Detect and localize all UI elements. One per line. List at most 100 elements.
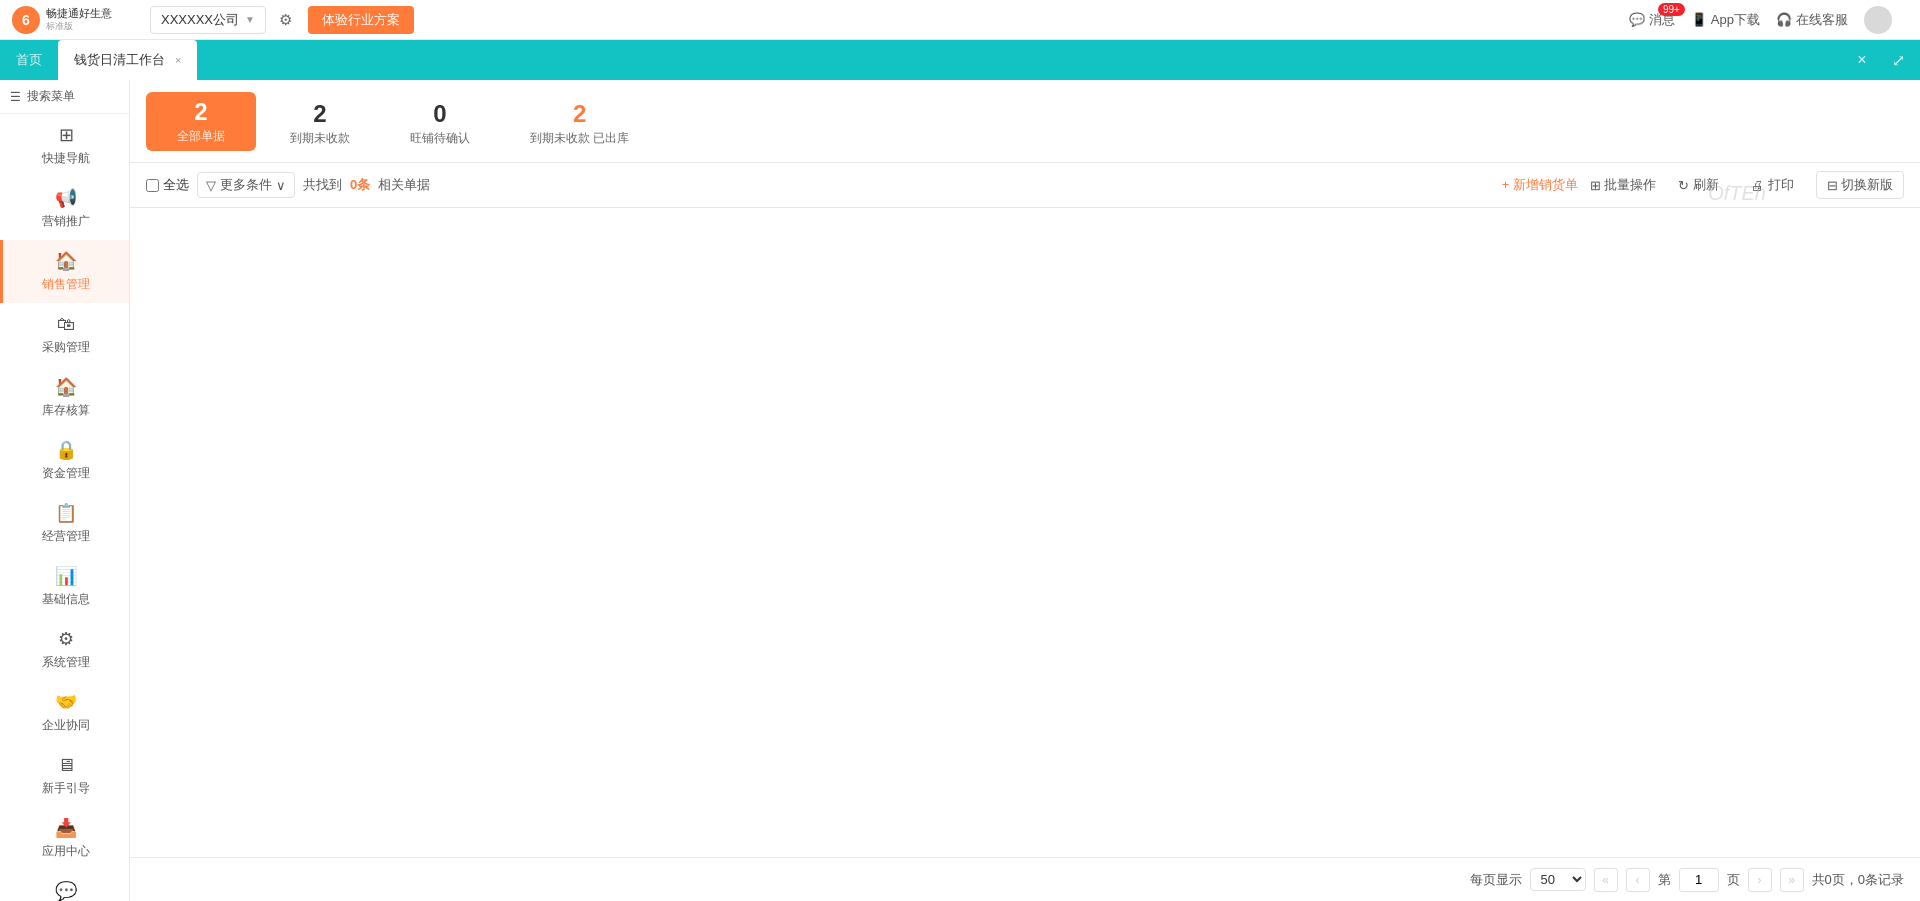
prev-page-button[interactable]: ‹ [1626, 868, 1650, 892]
toolbar: 全选 ▽ 更多条件 ∨ 共找到 0条 相关单据 + 新增销货单 ⊞ 批量操作 ↻ [130, 163, 1920, 208]
batch-operation-button[interactable]: ⊞ 批量操作 [1590, 176, 1656, 194]
purchase-icon: 🛍 [55, 313, 77, 335]
sidebar-item-sales[interactable]: 🏠 销售管理 [0, 240, 129, 303]
refresh-button[interactable]: ↻ 刷新 [1668, 172, 1729, 198]
trial-button[interactable]: 体验行业方案 [308, 6, 414, 34]
sidebar-item-cooperation[interactable]: 🤝 企业协同 [0, 681, 129, 744]
finance-icon: 🔒 [55, 439, 77, 461]
system-icon: ⚙ [55, 628, 77, 650]
company-dropdown-arrow: ▼ [245, 14, 255, 25]
sidebar-label-system: 系统管理 [42, 654, 90, 671]
sidebar-item-finance[interactable]: 🔒 资金管理 [0, 429, 129, 492]
card-number-unshipped: 2 [573, 100, 586, 128]
batch-icon: ⊞ [1590, 178, 1601, 193]
inventory-icon: 🏠 [55, 376, 77, 398]
sidebar-item-basic[interactable]: 📊 基础信息 [0, 555, 129, 618]
filter-icon: ▽ [206, 178, 216, 193]
first-page-button[interactable]: « [1594, 868, 1618, 892]
switch-version-button[interactable]: ⊟ 切换新版 [1816, 171, 1904, 199]
top-header: 6 畅捷通好生意 标准版 XXXXXX公司 ▼ ⚙ 体验行业方案 💬 消息 99… [0, 0, 1920, 40]
tab-collapse-button[interactable]: × [1848, 46, 1876, 74]
card-number-overdue: 2 [313, 100, 326, 128]
tab-home[interactable]: 首页 [0, 40, 58, 80]
card-label-all: 全部单据 [177, 128, 225, 145]
batch-label: 批量操作 [1604, 176, 1656, 194]
header-right: 💬 消息 99+ 📱 App下载 🎧 在线客服 [1629, 6, 1908, 34]
print-label: 打印 [1768, 176, 1794, 194]
sidebar-label-marketing: 营销推广 [42, 213, 90, 230]
sidebar-label-purchase: 采购管理 [42, 339, 90, 356]
sidebar-item-system[interactable]: ⚙ 系统管理 [0, 618, 129, 681]
sidebar-label-sales: 销售管理 [42, 276, 90, 293]
next-page-button[interactable]: › [1748, 868, 1772, 892]
table-area [130, 208, 1920, 857]
summary-card-all[interactable]: 2 全部单据 [146, 92, 256, 162]
page-size-select[interactable]: 50 10 20 100 [1530, 868, 1586, 891]
search-menu-label: 搜索菜单 [27, 88, 75, 105]
content-area: 2 全部单据 2 到期未收款 0 旺铺待确认 2 到期未收款 已出库 [130, 80, 1920, 901]
tab-expand-button[interactable]: ⤢ [1884, 46, 1912, 74]
sidebar-item-app-center[interactable]: 📥 应用中心 [0, 807, 129, 870]
add-sales-order-button[interactable]: + 新增销货单 [1502, 176, 1578, 194]
sidebar-item-operation[interactable]: 📋 经营管理 [0, 492, 129, 555]
card-label-overdue: 到期未收款 [290, 130, 350, 147]
filter-label: 更多条件 [220, 176, 272, 194]
toolbar-left: 全选 ▽ 更多条件 ∨ 共找到 0条 相关单据 [146, 172, 1494, 198]
online-service-button[interactable]: 🎧 在线客服 [1776, 11, 1848, 29]
summary-card-pending-confirm[interactable]: 0 旺铺待确认 [380, 92, 500, 162]
marketing-icon: 📢 [55, 187, 77, 209]
sidebar-label-app-center: 应用中心 [42, 843, 90, 860]
main-layout: ☰ 搜索菜单 ⊞ 快捷导航 📢 营销推广 🏠 销售管理 🛍 采购管理 🏠 库存核… [0, 80, 1920, 901]
basic-icon: 📊 [55, 565, 77, 587]
online-service-label: 在线客服 [1796, 11, 1848, 29]
card-label-unshipped: 到期未收款 已出库 [530, 130, 629, 147]
avatar[interactable] [1864, 6, 1892, 34]
operation-icon: 📋 [55, 502, 77, 524]
sidebar-item-purchase[interactable]: 🛍 采购管理 [0, 303, 129, 366]
found-prefix: 共找到 [303, 176, 342, 194]
app-center-icon: 📥 [55, 817, 77, 839]
filter-button[interactable]: ▽ 更多条件 ∨ [197, 172, 295, 198]
last-page-button[interactable]: » [1780, 868, 1804, 892]
settings-button[interactable]: ⚙ [272, 6, 300, 34]
switch-label: 切换新版 [1841, 176, 1893, 194]
total-info: 共0页，0条记录 [1812, 871, 1904, 889]
summary-card-all-inner: 2 全部单据 [146, 92, 256, 151]
sidebar-item-quick-nav[interactable]: ⊞ 快捷导航 [0, 114, 129, 177]
sidebar-item-enterprise-wechat[interactable]: 💬 企业微信 [0, 870, 129, 901]
sidebar-label-guide: 新手引导 [42, 780, 90, 797]
app-name: 畅捷通好生意 [46, 6, 112, 20]
close-tab-icon[interactable]: × [175, 54, 181, 66]
sales-icon: 🏠 [55, 250, 77, 272]
message-icon: 💬 [1629, 12, 1645, 27]
message-button[interactable]: 💬 消息 99+ [1629, 11, 1675, 29]
sidebar-label-finance: 资金管理 [42, 465, 90, 482]
switch-icon: ⊟ [1827, 178, 1838, 193]
refresh-label: 刷新 [1693, 176, 1719, 194]
page-suffix: 页 [1727, 871, 1740, 889]
service-icon: 🎧 [1776, 12, 1792, 27]
sidebar-label-basic: 基础信息 [42, 591, 90, 608]
found-suffix: 相关单据 [378, 176, 430, 194]
summary-card-overdue-unpaid[interactable]: 2 到期未收款 [260, 92, 380, 162]
quick-nav-icon: ⊞ [55, 124, 77, 146]
summary-card-overdue-unshipped[interactable]: 2 到期未收款 已出库 [500, 92, 659, 162]
refresh-icon: ↻ [1678, 178, 1689, 193]
sidebar-item-marketing[interactable]: 📢 营销推广 [0, 177, 129, 240]
print-button[interactable]: 🖨 打印 [1741, 172, 1804, 198]
select-all-checkbox[interactable] [146, 179, 159, 192]
select-all-checkbox-label[interactable]: 全选 [146, 176, 189, 194]
company-name: XXXXXX公司 [161, 11, 239, 29]
tab-work-bench[interactable]: 钱货日清工作台 × [58, 40, 197, 80]
toolbar-right: + 新增销货单 ⊞ 批量操作 ↻ 刷新 🖨 打印 ⊟ 切换新版 [1502, 171, 1904, 199]
page-number-input[interactable] [1679, 868, 1719, 892]
found-count: 0条 [350, 176, 370, 194]
app-download-button[interactable]: 📱 App下载 [1691, 11, 1760, 29]
company-selector[interactable]: XXXXXX公司 ▼ [150, 6, 266, 34]
sidebar-label-quick-nav: 快捷导航 [42, 150, 90, 167]
sidebar-item-inventory[interactable]: 🏠 库存核算 [0, 366, 129, 429]
search-menu-button[interactable]: ☰ 搜索菜单 [0, 80, 129, 114]
sidebar-item-guide[interactable]: 🖥 新手引导 [0, 744, 129, 807]
search-icon: ☰ [10, 90, 21, 104]
app-download-label: App下载 [1711, 11, 1760, 29]
